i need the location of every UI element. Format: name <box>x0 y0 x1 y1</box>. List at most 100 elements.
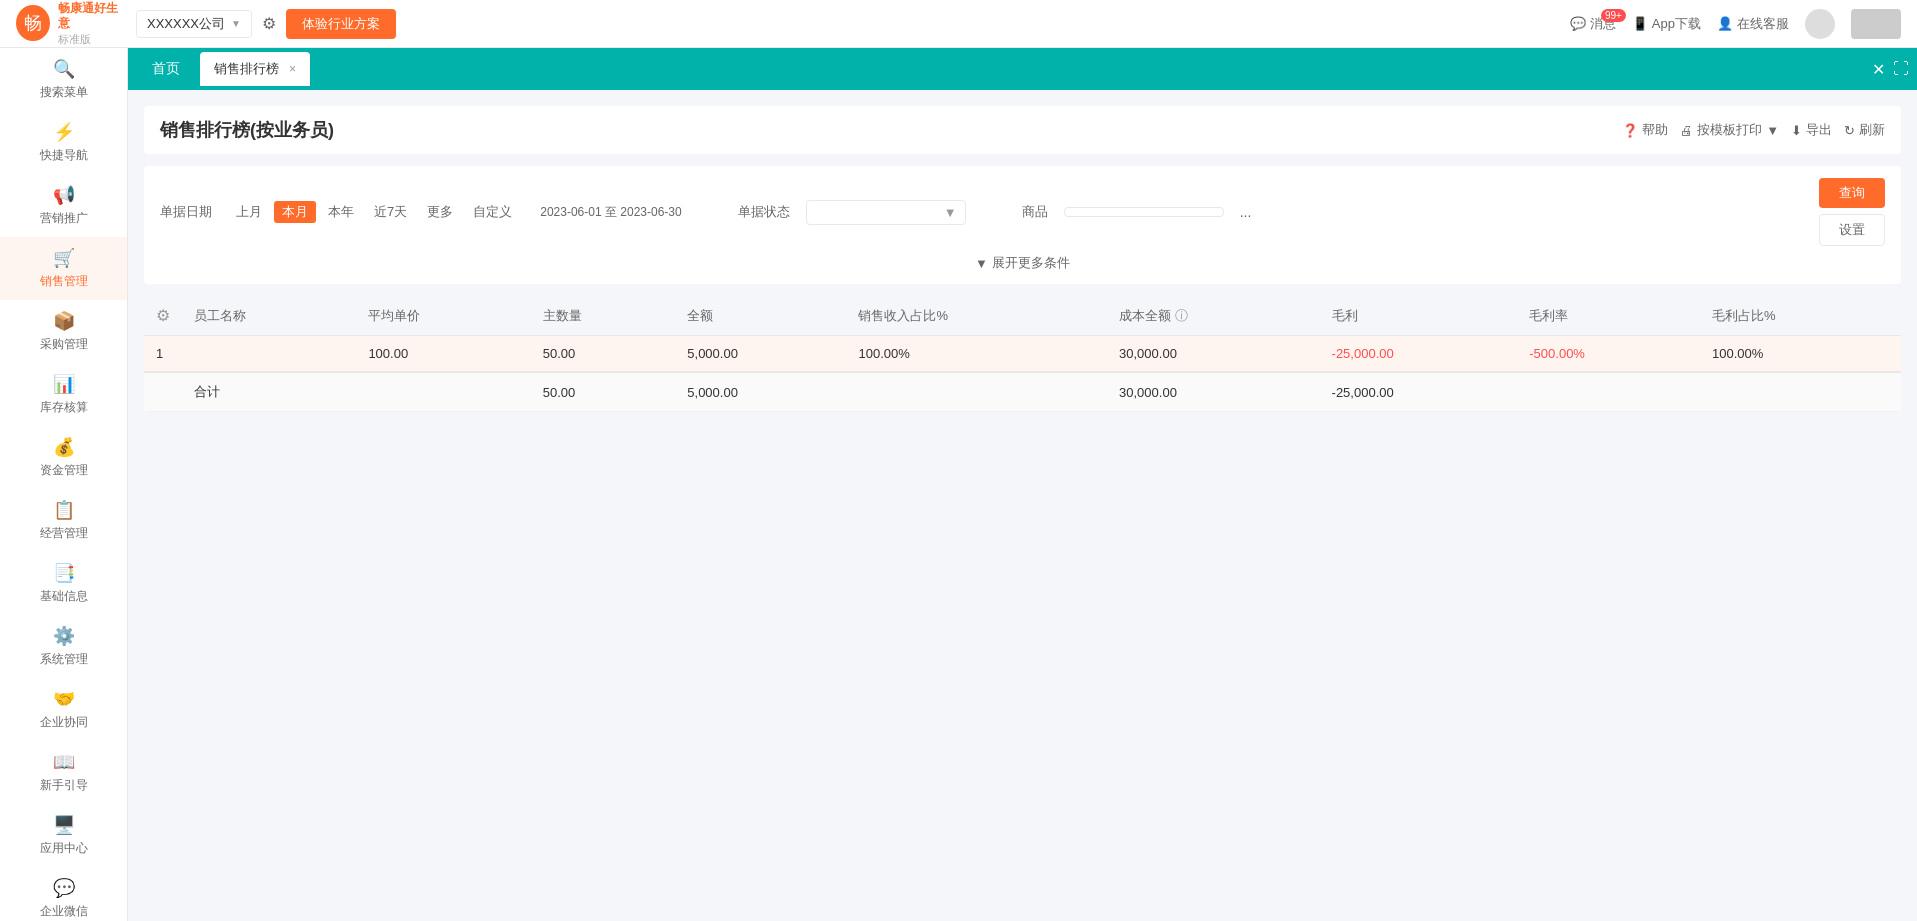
sidebar-item-app-center[interactable]: 🖥️ 应用中心 <box>0 804 127 867</box>
message-badge: 99+ <box>1601 9 1626 22</box>
date-tab-自定义[interactable]: 自定义 <box>465 201 520 223</box>
base-info-label: 基础信息 <box>40 588 88 605</box>
cell-name <box>182 336 356 373</box>
footer-empty-ratio2 <box>1700 372 1901 412</box>
export-btn[interactable]: ⬇ 导出 <box>1791 121 1832 139</box>
app-container: 畅 畅康通好生意 标准版 XXXXXX公司 ▼ ⚙ 体验行业方案 💬 消息 99… <box>0 0 1917 921</box>
quick-nav-label: 快捷导航 <box>40 147 88 164</box>
tab-close-icon[interactable]: × <box>289 62 296 76</box>
sidebar-item-guide[interactable]: 📖新手引导 <box>0 741 127 804</box>
tab-right-icons: ✕ ⛶ <box>1872 60 1909 79</box>
data-table: ⚙ 员工名称 平均单价 主数量 全额 销售收入占比% 成本全额 ⓘ <box>144 296 1901 412</box>
sidebar-item-finance[interactable]: 💰 资金管理 <box>0 426 127 489</box>
column-settings-icon[interactable]: ⚙ <box>156 307 170 324</box>
cost-info-icon[interactable]: ⓘ <box>1175 308 1188 323</box>
trial-btn[interactable]: 体验行业方案 <box>286 9 396 39</box>
cell-rank: 1 <box>144 336 182 373</box>
sidebar-item-marketing[interactable]: 📢营销推广 <box>0 174 127 237</box>
finance-label: 资金管理 <box>40 462 88 479</box>
filter-bar: 单据日期 上月本月本年近7天更多自定义 2023-06-01 至 2023-06… <box>144 166 1901 284</box>
expand-label: 展开更多条件 <box>992 254 1070 272</box>
date-tab-近7天[interactable]: 近7天 <box>366 201 415 223</box>
system-label: 系统管理 <box>40 651 88 668</box>
top-gear-icon[interactable]: ⚙ <box>262 14 276 33</box>
system-icon: ⚙️ <box>53 625 75 647</box>
footer-label: 合计 <box>182 372 356 412</box>
tab-home[interactable]: 首页 <box>136 48 196 90</box>
print-dropdown-icon: ▼ <box>1766 123 1779 138</box>
settings-btn[interactable]: 设置 <box>1819 214 1885 246</box>
marketing-icon: 📢 <box>53 184 75 206</box>
tab-maximize-icon[interactable]: ⛶ <box>1893 60 1909 78</box>
sidebar-item-system[interactable]: ⚙️ 系统管理 <box>0 615 127 678</box>
main-area: 🔍搜索菜单⚡快捷导航📢营销推广🛒销售管理📦采购管理📊库存核算 💰 资金管理 📋经营管理… <box>0 48 1917 921</box>
logo-area: 畅 畅康通好生意 标准版 <box>16 1 126 46</box>
app-download-btn[interactable]: 📱 App下载 <box>1632 15 1701 33</box>
cell-avg-price: 100.00 <box>356 336 530 373</box>
status-select[interactable]: ▼ <box>806 200 966 225</box>
sidebar-item-purchase[interactable]: 📦采购管理 <box>0 300 127 363</box>
sidebar-item-base-info[interactable]: 📑基础信息 <box>0 552 127 615</box>
tab-sales-rank[interactable]: 销售排行榜 × <box>200 52 310 86</box>
more-filters-dots[interactable]: ... <box>1240 204 1252 220</box>
footer-qty: 50.00 <box>531 372 676 412</box>
finance-icon: 💰 <box>53 436 75 458</box>
app-center-label: 应用中心 <box>40 840 88 857</box>
refresh-btn[interactable]: ↻ 刷新 <box>1844 121 1885 139</box>
print-icon: 🖨 <box>1680 123 1693 138</box>
service-icon: 👤 <box>1717 16 1733 31</box>
sidebar-item-search-menu[interactable]: 🔍搜索菜单 <box>0 48 127 111</box>
sidebar-item-wechat[interactable]: 💬 企业微信 <box>0 867 127 921</box>
th-total: 全额 <box>675 296 846 336</box>
help-btn[interactable]: ❓ 帮助 <box>1622 121 1668 139</box>
sidebar-item-enterprise[interactable]: 🤝企业协同 <box>0 678 127 741</box>
tab-label: 销售排行榜 <box>214 60 279 78</box>
sidebar-item-sales[interactable]: 🛒销售管理 <box>0 237 127 300</box>
operations-label: 经营管理 <box>40 525 88 542</box>
template-print-btn[interactable]: 🖨 按模板打印 ▼ <box>1680 121 1779 139</box>
user-avatar[interactable] <box>1805 9 1835 39</box>
footer-empty-rate <box>1517 372 1700 412</box>
message-btn[interactable]: 💬 消息 99+ <box>1570 15 1616 33</box>
sidebar-item-quick-nav[interactable]: ⚡快捷导航 <box>0 111 127 174</box>
guide-label: 新手引导 <box>40 777 88 794</box>
export-label: 导出 <box>1806 121 1832 139</box>
sidebar-item-inventory[interactable]: 📊库存核算 <box>0 363 127 426</box>
date-tab-上月[interactable]: 上月 <box>228 201 270 223</box>
user-name-area <box>1851 9 1901 39</box>
refresh-label: 刷新 <box>1859 121 1885 139</box>
filter-actions: 查询 设置 <box>1819 178 1885 246</box>
date-tab-本月[interactable]: 本月 <box>274 201 316 223</box>
footer-empty-avg <box>356 372 530 412</box>
help-icon: ❓ <box>1622 123 1638 138</box>
purchase-label: 采购管理 <box>40 336 88 353</box>
sales-label: 销售管理 <box>40 273 88 290</box>
sidebar-item-operations[interactable]: 📋经营管理 <box>0 489 127 552</box>
cell-profit-ratio: 100.00% <box>1700 336 1901 373</box>
footer-empty-1 <box>144 372 182 412</box>
company-selector[interactable]: XXXXXX公司 ▼ <box>136 10 252 38</box>
query-btn[interactable]: 查询 <box>1819 178 1885 208</box>
th-profit-rate: 毛利率 <box>1517 296 1700 336</box>
enterprise-label: 企业协同 <box>40 714 88 731</box>
app-center-icon: 🖥️ <box>53 814 75 836</box>
footer-empty-ratio <box>846 372 1107 412</box>
sidebar-items: 🔍搜索菜单⚡快捷导航📢营销推广🛒销售管理📦采购管理📊库存核算 💰 资金管理 📋经营管理… <box>0 48 127 921</box>
table-footer-row: 合计 50.00 5,000.00 30,000.00 -25,000.00 <box>144 372 1901 412</box>
wechat-icon: 💬 <box>53 877 75 899</box>
online-service-btn[interactable]: 👤 在线客服 <box>1717 15 1789 33</box>
date-tab-更多[interactable]: 更多 <box>419 201 461 223</box>
tab-close-window-icon[interactable]: ✕ <box>1872 60 1885 79</box>
message-icon: 💬 <box>1570 16 1586 31</box>
cell-total: 5,000.00 <box>675 336 846 373</box>
goods-input[interactable] <box>1064 207 1224 217</box>
top-bar: 畅 畅康通好生意 标准版 XXXXXX公司 ▼ ⚙ 体验行业方案 💬 消息 99… <box>0 0 1917 48</box>
th-employee: 员工名称 <box>182 296 356 336</box>
expand-more-btn[interactable]: ▼ 展开更多条件 <box>975 254 1070 272</box>
inventory-label: 库存核算 <box>40 399 88 416</box>
date-tab-本年[interactable]: 本年 <box>320 201 362 223</box>
refresh-icon: ↻ <box>1844 123 1855 138</box>
date-label: 单据日期 <box>160 203 212 221</box>
wechat-label: 企业微信 <box>40 903 88 920</box>
filter-row-main: 单据日期 上月本月本年近7天更多自定义 2023-06-01 至 2023-06… <box>160 178 1885 246</box>
